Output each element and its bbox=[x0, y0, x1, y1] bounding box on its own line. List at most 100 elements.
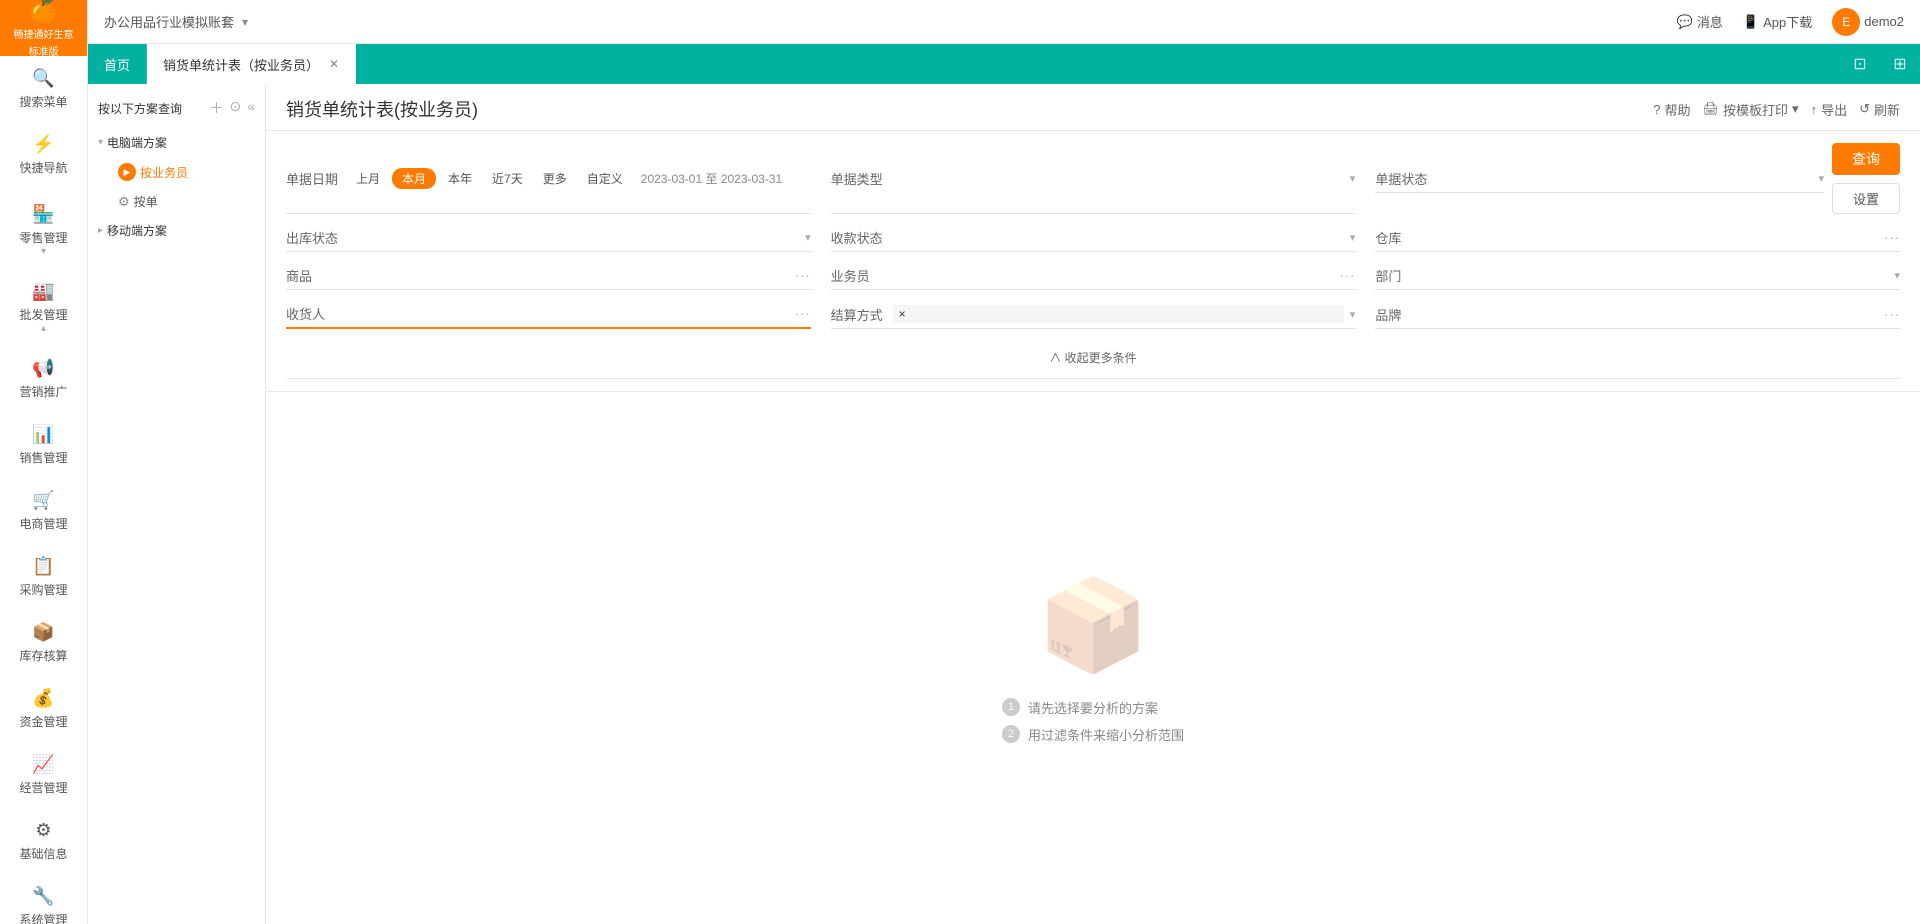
date-btn-year[interactable]: 本年 bbox=[440, 168, 480, 189]
user-avatar-item[interactable]: E demo2 bbox=[1832, 8, 1904, 36]
active-scheme-icon: ▶ bbox=[118, 163, 136, 181]
filter-warehouse: 仓库 ··· bbox=[1375, 224, 1900, 252]
collapse-panel-icon[interactable]: « bbox=[247, 98, 255, 118]
topbar: 办公用品行业模拟账套 ▾ 💬 消息 📱 App下载 E demo2 bbox=[88, 0, 1920, 44]
sidebar-item-marketing[interactable]: 📢 营销推广 bbox=[0, 346, 88, 412]
right-panel: 销货单统计表(按业务员) ? 帮助 🖨 按模板打印 ▾ ↑ 导出 bbox=[266, 84, 1920, 924]
sidebar-item-label: 批发管理 bbox=[19, 306, 67, 323]
type-label: 单据类型 bbox=[831, 169, 887, 188]
receiver-dots-icon[interactable]: ··· bbox=[795, 306, 811, 321]
tab-close-icon[interactable]: ✕ bbox=[329, 57, 339, 71]
tree-expand-icon-mobile: ▸ bbox=[98, 225, 103, 236]
filter-receiver: 收货人 ··· bbox=[286, 300, 811, 329]
refresh-action[interactable]: ↺ 刷新 bbox=[1859, 100, 1900, 119]
date-buttons: 上月 本月 本年 近7天 更多 自定义 bbox=[348, 168, 631, 189]
retail-icon: 🏪 bbox=[32, 204, 54, 225]
pay-status-dropdown-icon[interactable]: ▾ bbox=[1350, 231, 1356, 244]
pay-status-label: 收款状态 bbox=[831, 228, 887, 247]
tree-item-pc[interactable]: ▾ 电脑端方案 bbox=[88, 128, 265, 157]
sidebar-item-search-menu[interactable]: 🔍 搜索菜单 bbox=[0, 56, 88, 122]
sidebar-item-finance[interactable]: 💰 资金管理 bbox=[0, 676, 88, 742]
tree-child-order[interactable]: ⚙ 按单 bbox=[108, 187, 265, 216]
tree-child-label2: 按单 bbox=[134, 193, 158, 210]
brand-dots-icon[interactable]: ··· bbox=[1884, 307, 1900, 322]
settlement-tag: × bbox=[893, 305, 1344, 323]
message-icon: 💬 bbox=[1677, 14, 1693, 30]
help-action[interactable]: ? 帮助 bbox=[1653, 100, 1690, 119]
tree-item-label: 电脑端方案 bbox=[107, 134, 255, 151]
filter-brand: 品牌 ··· bbox=[1375, 300, 1900, 329]
settlement-dropdown-icon[interactable]: ▾ bbox=[1350, 308, 1356, 321]
sidebar-item-label: 零售管理 bbox=[19, 229, 67, 246]
tree-children-pc: ▶ 按业务员 ⚙ 按单 bbox=[88, 157, 265, 216]
sidebar-item-retail[interactable]: 🏪 零售管理 ▾ bbox=[0, 192, 88, 269]
add-scheme-icon[interactable]: ＋ bbox=[209, 98, 223, 118]
tab-home-label: 首页 bbox=[104, 55, 130, 74]
out-status-label: 出库状态 bbox=[286, 228, 342, 247]
tag-x-icon[interactable]: × bbox=[899, 307, 906, 321]
filter-salesperson: 业务员 ··· bbox=[831, 262, 1356, 290]
collapse-button[interactable]: ∧ 收起更多条件 bbox=[1037, 345, 1148, 370]
quick-nav-icon: ⚡ bbox=[32, 134, 54, 155]
app-download-icon: 📱 bbox=[1743, 14, 1759, 30]
sidebar-item-system[interactable]: 🔧 系统管理 bbox=[0, 874, 88, 924]
export-action[interactable]: ↑ 导出 bbox=[1811, 100, 1848, 119]
tab-expand-btn[interactable]: ⊞ bbox=[1880, 44, 1920, 84]
app-download-item[interactable]: 📱 App下载 bbox=[1743, 12, 1812, 31]
goods-dots-icon[interactable]: ··· bbox=[795, 268, 811, 283]
sidebar-item-inventory[interactable]: 📦 库存核算 bbox=[0, 610, 88, 676]
filter-goods: 商品 ··· bbox=[286, 262, 811, 290]
sidebar-item-sales[interactable]: 📊 销售管理 bbox=[0, 412, 88, 478]
hint-num-1: 1 bbox=[1002, 698, 1020, 716]
warehouse-label: 仓库 bbox=[1375, 228, 1415, 247]
department-dropdown-icon[interactable]: ▾ bbox=[1894, 269, 1900, 282]
scheme-gear-icon: ⚙ bbox=[118, 194, 130, 210]
main-area: 办公用品行业模拟账套 ▾ 💬 消息 📱 App下载 E demo2 首页 销货单… bbox=[88, 0, 1920, 924]
salesperson-label: 业务员 bbox=[831, 266, 871, 285]
collapse-bar: ∧ 收起更多条件 bbox=[286, 337, 1900, 379]
tab-sales-stat[interactable]: 销货单统计表（按业务员） ✕ bbox=[147, 44, 356, 84]
sidebar-item-label: 基础信息 bbox=[19, 845, 67, 862]
filter-settlement: 结算方式 × ▾ bbox=[831, 300, 1356, 329]
type-dropdown-icon[interactable]: ▾ bbox=[1350, 172, 1356, 185]
message-item[interactable]: 💬 消息 bbox=[1677, 12, 1723, 31]
purchase-icon: 📋 bbox=[32, 556, 54, 577]
filter-date: 单据日期 上月 本月 本年 近7天 更多 自定义 2023-03-01 至 20… bbox=[286, 143, 811, 214]
sidebar-item-operation[interactable]: 📈 经营管理 bbox=[0, 742, 88, 808]
logo-text: 畅捷通好生意 bbox=[14, 26, 74, 41]
out-status-dropdown-icon[interactable]: ▾ bbox=[805, 231, 811, 244]
sidebar-item-quick-nav[interactable]: ⚡ 快捷导航 bbox=[0, 122, 88, 188]
tab-minimize-btn[interactable]: ⊡ bbox=[1840, 44, 1880, 84]
date-btn-7days[interactable]: 近7天 bbox=[484, 168, 531, 189]
sidebar-item-basic[interactable]: ⚙ 基础信息 bbox=[0, 808, 88, 874]
sidebar-item-purchase[interactable]: 📋 采购管理 bbox=[0, 544, 88, 610]
left-panel-actions: ＋ ⊙ « bbox=[209, 98, 255, 118]
sidebar-item-wholesale[interactable]: 🏭 批发管理 ▴ bbox=[0, 269, 88, 346]
sidebar-item-label: 采购管理 bbox=[19, 581, 67, 598]
set-button[interactable]: 设置 bbox=[1832, 183, 1900, 214]
refresh-scheme-icon[interactable]: ⊙ bbox=[229, 98, 241, 118]
date-btn-more[interactable]: 更多 bbox=[535, 168, 575, 189]
tree-item-mobile[interactable]: ▸ 移动端方案 bbox=[88, 216, 265, 245]
sidebar: 🍊 畅捷通好生意 标准版 🔍 搜索菜单 ⚡ 快捷导航 🏪 零售管理 ▾ 🏭 批发… bbox=[0, 0, 88, 924]
date-btn-custom[interactable]: 自定义 bbox=[579, 168, 631, 189]
tree-child-salesperson[interactable]: ▶ 按业务员 bbox=[108, 157, 265, 187]
help-label: 帮助 bbox=[1664, 100, 1690, 119]
date-label: 单据日期 bbox=[286, 169, 342, 188]
sidebar-item-ecommerce[interactable]: 🛒 电商管理 bbox=[0, 478, 88, 544]
tab-home[interactable]: 首页 bbox=[88, 44, 147, 84]
hint-num-2: 2 bbox=[1002, 725, 1020, 743]
workspace-title: 办公用品行业模拟账套 bbox=[104, 12, 234, 31]
settlement-value: × bbox=[893, 305, 1344, 323]
status-dropdown-icon[interactable]: ▾ bbox=[1818, 172, 1824, 185]
date-btn-current-month[interactable]: 本月 bbox=[392, 168, 436, 189]
workspace-dropdown[interactable]: ▾ bbox=[242, 15, 248, 29]
salesperson-dots-icon[interactable]: ··· bbox=[1339, 268, 1355, 283]
date-btn-prev-month[interactable]: 上月 bbox=[348, 168, 388, 189]
query-button[interactable]: 查询 bbox=[1832, 143, 1900, 175]
sidebar-item-label: 快捷导航 bbox=[19, 159, 67, 176]
filter-area: 单据日期 上月 本月 本年 近7天 更多 自定义 2023-03-01 至 20… bbox=[266, 131, 1920, 392]
warehouse-dots-icon[interactable]: ··· bbox=[1884, 230, 1900, 245]
template-print-action[interactable]: 🖨 按模板打印 ▾ bbox=[1703, 100, 1799, 119]
topbar-left: 办公用品行业模拟账套 ▾ bbox=[104, 12, 248, 31]
